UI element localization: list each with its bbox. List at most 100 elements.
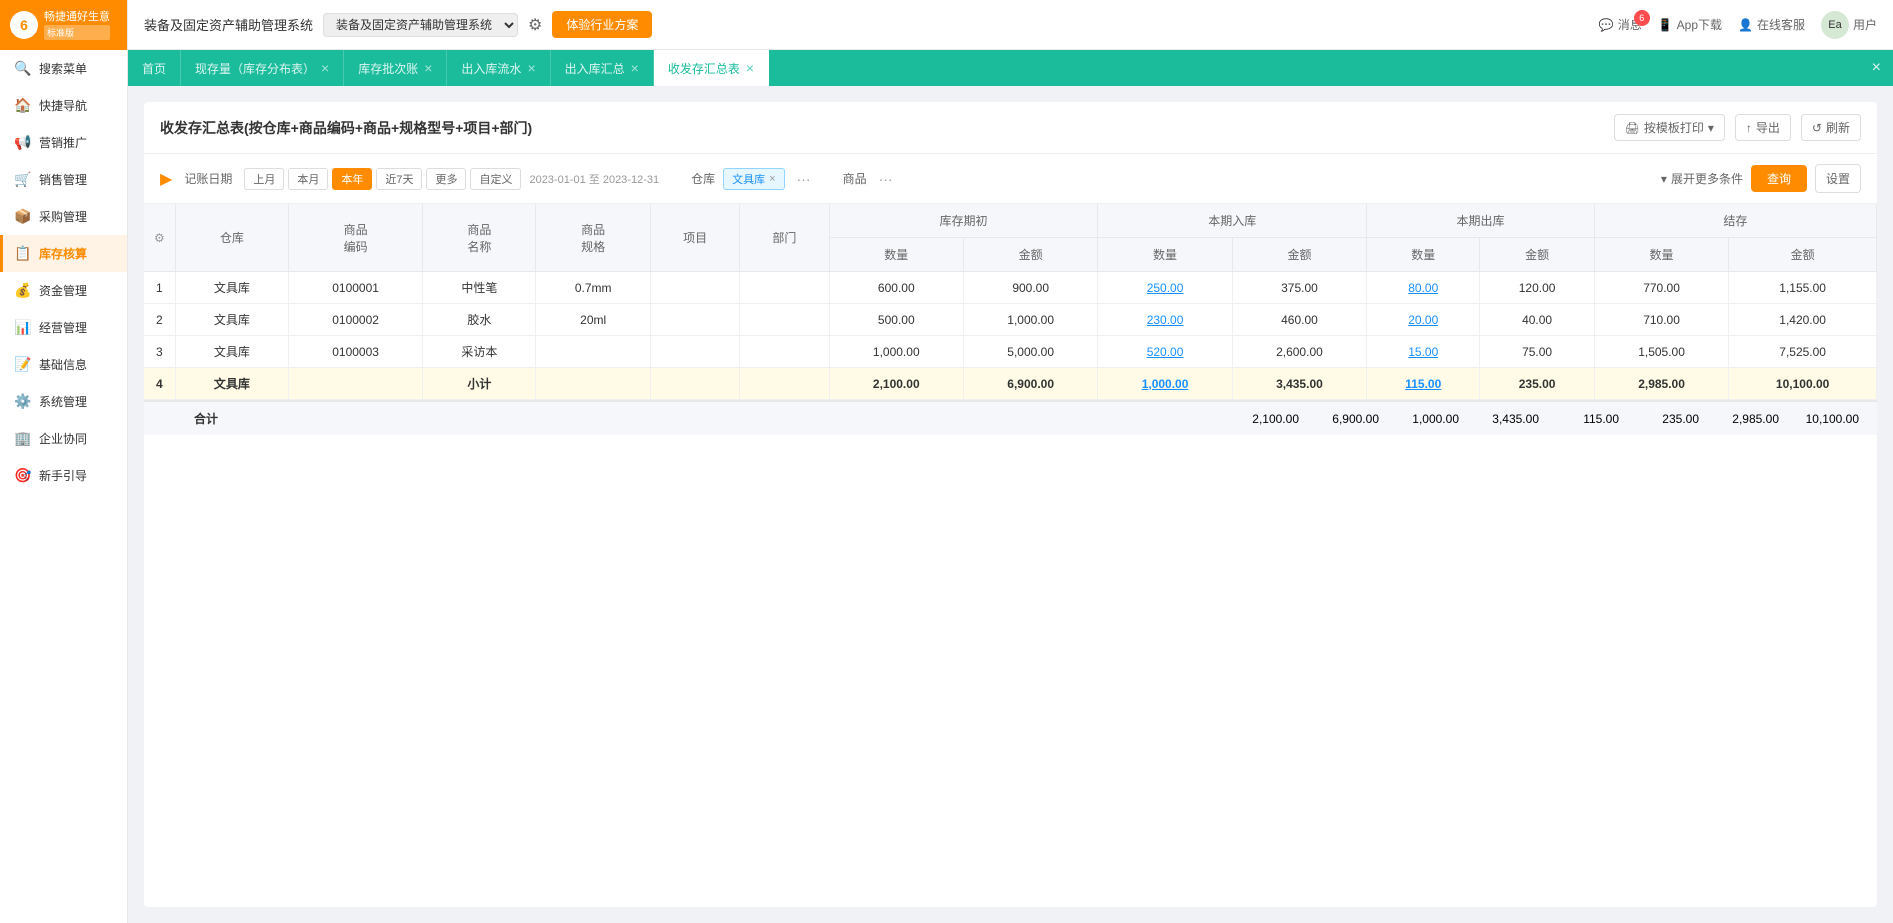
warehouse-tag-close-icon[interactable]: × [769,173,775,185]
sidebar-item-label-enterprise: 企业协同 [39,430,87,447]
tab-0[interactable]: 首页 [128,50,181,86]
tab-2[interactable]: 库存批次账 × [344,50,447,86]
tab-close-4[interactable]: × [631,60,639,76]
warehouse-tag[interactable]: 文具库 × [723,168,784,190]
tab-4[interactable]: 出入库汇总× [551,50,654,86]
tab-close-3[interactable]: × [527,60,535,76]
tab-5[interactable]: 收发存汇总表× [654,50,769,86]
th-department: 部门 [740,204,829,272]
td-closing-qty-1: 710.00 [1594,304,1728,336]
tab-close-5[interactable]: × [746,60,754,76]
tab-1[interactable]: 现存量（库存分布表）× [181,50,344,86]
online-service-label: 在线客服 [1757,16,1805,33]
sidebar-item-operation[interactable]: 📊 经营管理 [0,309,127,346]
td-name-3: 小计 [423,368,536,400]
td-project-0 [650,272,739,304]
date-btn-7days[interactable]: 近7天 [376,168,422,190]
date-btn-more[interactable]: 更多 [426,168,466,190]
td-code-0: 0100001 [288,272,422,304]
td-spec-2 [536,336,650,368]
tab-label-3: 出入库流水 [461,60,521,77]
warehouse-filter: 仓库 文具库 × ··· [691,168,810,190]
td-in-amount-3: 3,435.00 [1232,368,1366,400]
td-out-qty-2[interactable]: 15.00 [1367,336,1480,368]
footer-out-amount: 235.00 [1627,412,1707,426]
setting-btn[interactable]: 设置 [1815,164,1861,193]
export-btn[interactable]: ↑ 导出 [1735,114,1791,141]
out-qty-link-3[interactable]: 115.00 [1405,377,1441,391]
date-btn-custom[interactable]: 自定义 [470,168,521,190]
td-in-qty-3[interactable]: 1,000.00 [1098,368,1232,400]
tab-close-1[interactable]: × [321,60,329,76]
tab-close-2[interactable]: × [424,60,432,76]
td-department-3 [740,368,829,400]
td-in-qty-2[interactable]: 520.00 [1098,336,1232,368]
td-opening-qty-2: 1,000.00 [829,336,963,368]
print-btn[interactable]: 🖨 按模板打印 ▾ [1614,114,1725,141]
tab-label-2: 库存批次账 [358,60,418,77]
in-qty-link-1[interactable]: 230.00 [1147,313,1184,327]
out-qty-link-2[interactable]: 15.00 [1408,345,1438,359]
in-qty-link-3[interactable]: 1,000.00 [1142,377,1189,391]
td-out-qty-3[interactable]: 115.00 [1367,368,1480,400]
th-closing: 结存 [1594,204,1876,238]
app-download-btn[interactable]: 📱 App下载 [1658,16,1722,33]
page-header: 收发存汇总表(按仓库+商品编码+商品+规格型号+项目+部门) 🖨 按模板打印 ▾… [144,102,1877,154]
td-opening-amount-0: 900.00 [963,272,1097,304]
tabs-close-all[interactable]: × [1860,59,1893,77]
in-qty-link-0[interactable]: 250.00 [1147,281,1184,295]
sidebar-item-purchase[interactable]: 📦 采购管理 [0,198,127,235]
sidebar-item-inventory[interactable]: 📋 库存核算 [0,235,127,272]
logo-badge: 标准版 [44,25,110,40]
tab-3[interactable]: 出入库流水 × [447,50,550,86]
th-product-spec: 商品规格 [536,204,650,272]
product-more-icon[interactable]: ··· [879,171,893,187]
online-service-btn[interactable]: 👤 在线客服 [1738,16,1805,33]
date-btn-this-month[interactable]: 本月 [288,168,328,190]
user-label: 用户 [1853,16,1877,33]
td-closing-qty-3: 2,985.00 [1594,368,1728,400]
td-out-qty-1[interactable]: 20.00 [1367,304,1480,336]
sidebar-item-finance[interactable]: 💰 资金管理 [0,272,127,309]
sidebar-item-quick-nav[interactable]: 🏠 快捷导航 [0,87,127,124]
logo-icon: 6 [10,11,38,39]
date-btn-this-year[interactable]: 本年 [332,168,372,190]
table-settings-icon[interactable]: ⚙ [154,231,165,245]
filter-toggle-icon[interactable]: ▶ [160,169,172,189]
td-in-qty-0[interactable]: 250.00 [1098,272,1232,304]
date-btn-last-month[interactable]: 上月 [244,168,284,190]
out-qty-link-1[interactable]: 20.00 [1408,313,1438,327]
sidebar-item-marketing[interactable]: 📢 营销推广 [0,124,127,161]
system-selector[interactable]: 装备及固定资产辅助管理系统 [323,13,518,37]
refresh-btn[interactable]: ↺ 刷新 [1801,114,1861,141]
query-btn[interactable]: 查询 [1751,165,1807,192]
in-qty-link-2[interactable]: 520.00 [1147,345,1184,359]
warehouse-more-icon[interactable]: ··· [797,171,811,187]
logo-text: 畅捷通好生意 [44,10,110,24]
sidebar-item-system[interactable]: ⚙️ 系统管理 [0,383,127,420]
page-actions: 🖨 按模板打印 ▾ ↑ 导出 ↺ 刷新 [1614,114,1861,141]
messages-badge: 6 [1634,10,1650,26]
td-name-1: 胶水 [423,304,536,336]
sidebar-item-search[interactable]: 🔍 搜索菜单 [0,50,127,87]
sidebar-item-label-search: 搜索菜单 [39,60,87,77]
td-no-0: 1 [144,272,175,304]
messages-btn[interactable]: 💬 消息 6 [1599,16,1642,33]
expand-btn[interactable]: ▾ 展开更多条件 [1661,170,1743,187]
system-title: 装备及固定资产辅助管理系统 [144,15,313,34]
td-in-qty-1[interactable]: 230.00 [1098,304,1232,336]
user-menu[interactable]: Ea 用户 [1821,11,1877,39]
experience-btn[interactable]: 体验行业方案 [552,11,652,38]
gear-icon[interactable]: ⚙ [528,15,542,35]
td-out-qty-0[interactable]: 80.00 [1367,272,1480,304]
sidebar-item-basic[interactable]: 📝 基础信息 [0,346,127,383]
out-qty-link-0[interactable]: 80.00 [1408,281,1438,295]
td-closing-amount-2: 7,525.00 [1729,336,1877,368]
sidebar-item-guide[interactable]: 🎯 新手引导 [0,457,127,494]
sidebar-item-enterprise[interactable]: 🏢 企业协同 [0,420,127,457]
td-closing-qty-2: 1,505.00 [1594,336,1728,368]
th-out: 本期出库 [1367,204,1595,238]
td-out-amount-0: 120.00 [1480,272,1595,304]
td-no-3: 4 [144,368,175,400]
sidebar-item-sales[interactable]: 🛒 销售管理 [0,161,127,198]
